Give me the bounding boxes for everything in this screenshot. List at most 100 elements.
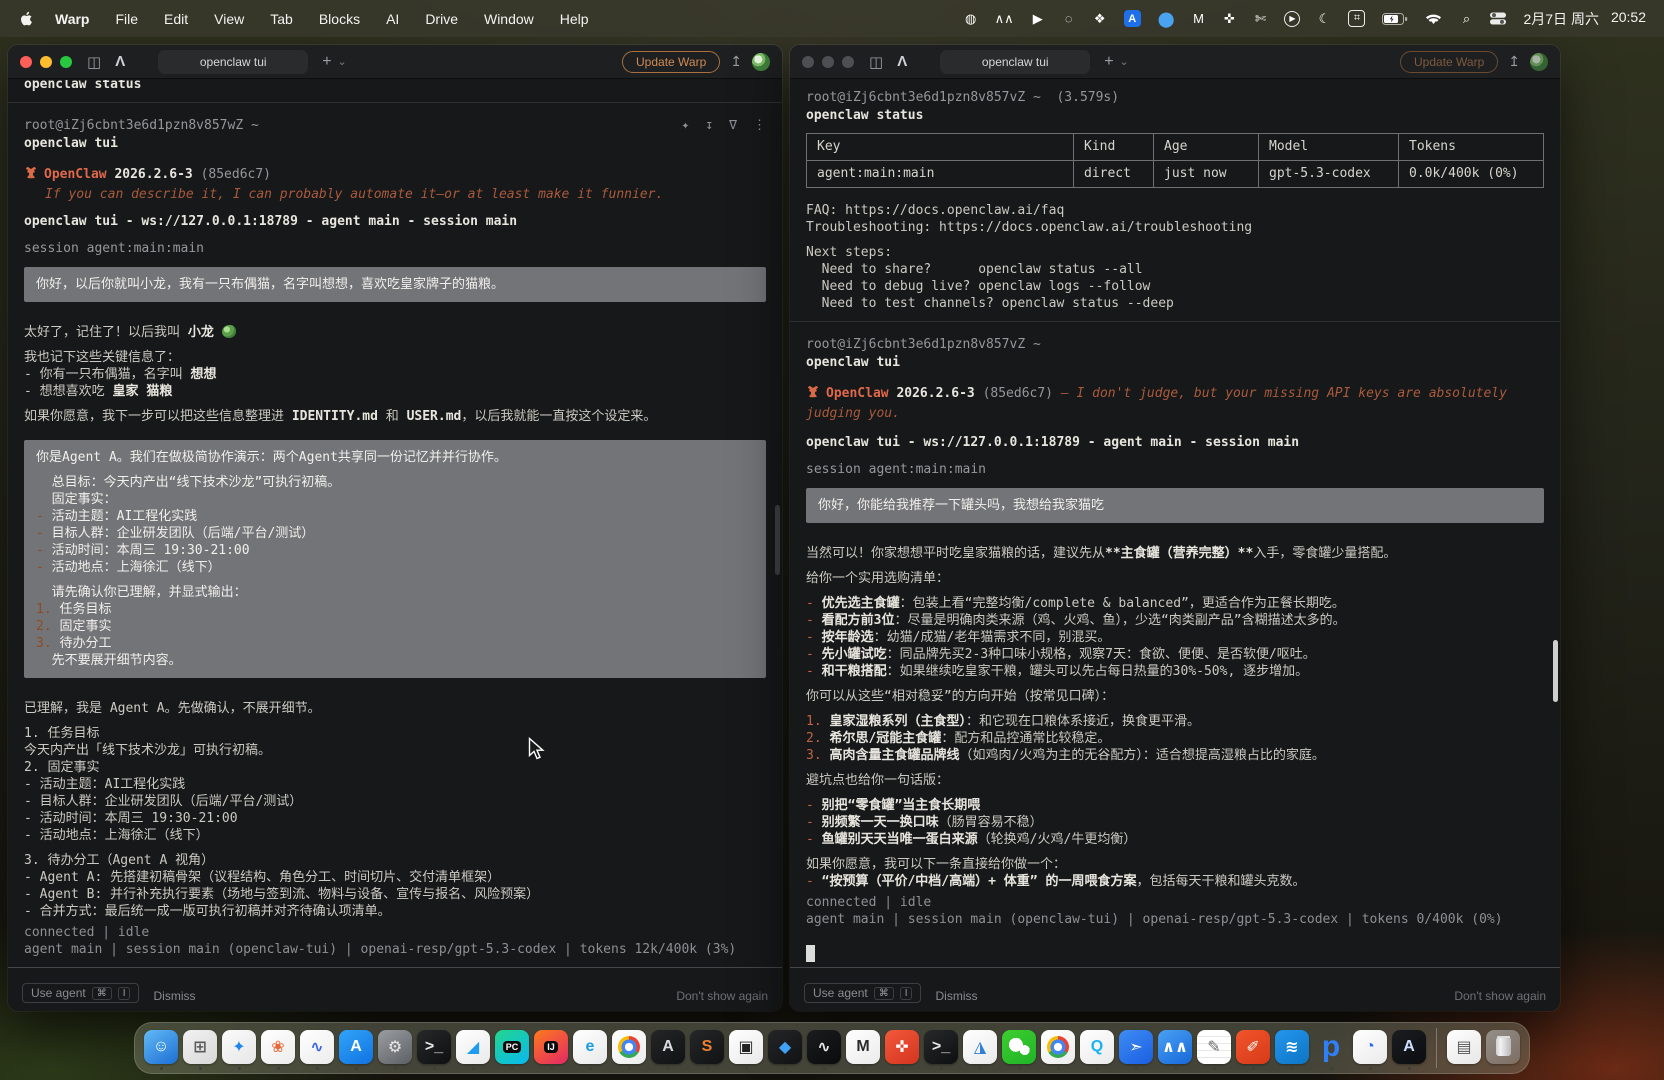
tab-openclaw-tui[interactable]: openclaw tui <box>940 50 1090 74</box>
moon-icon[interactable]: ☾ <box>1317 11 1331 27</box>
terminal-pane[interactable]: openclaw status root@iZj6cbnt3e6d1pzn8v8… <box>8 80 782 967</box>
battery-icon[interactable] <box>1382 11 1408 27</box>
close-button[interactable] <box>802 56 814 68</box>
dock-item-terminal[interactable]: >_ <box>417 1026 451 1070</box>
use-agent-button[interactable]: Use agent ⌘ I <box>804 983 921 1003</box>
ai-sparkle-icon[interactable]: ✦ <box>682 118 690 133</box>
zoom-button[interactable] <box>60 56 72 68</box>
dock-item-logseq[interactable]: ▣ <box>729 1026 763 1070</box>
openclaw-banner: OpenClaw 2026.2.6-3 (85ed6c7) <box>24 166 766 186</box>
dock-item-sketch[interactable]: ◆ <box>768 1026 802 1070</box>
dock-item-clashx[interactable]: ◮ <box>963 1026 997 1070</box>
menu-item-window[interactable]: Window <box>484 11 534 27</box>
dock-item-notes[interactable]: ✎ <box>1197 1026 1231 1070</box>
dock-item-intellij-idea[interactable]: IJ <box>534 1026 568 1070</box>
dock-item-photos[interactable]: ❀ <box>261 1026 295 1070</box>
dock-item-trash[interactable] <box>1486 1026 1520 1070</box>
minimize-button[interactable] <box>822 56 834 68</box>
dock-item-trae[interactable]: ◔ <box>1353 1026 1387 1070</box>
mail-icon[interactable]: M <box>1191 11 1205 27</box>
dock-item-chrome[interactable] <box>612 1026 646 1070</box>
dock-item-mountain-app[interactable]: ∧∧ <box>1158 1026 1192 1070</box>
filter-icon[interactable]: ∇ <box>729 118 737 133</box>
menu-item-ai[interactable]: AI <box>386 11 399 27</box>
menu-item-edit[interactable]: Edit <box>164 11 188 27</box>
dock-item-sublime[interactable]: S <box>690 1026 724 1070</box>
apple-menu-icon[interactable] <box>18 10 33 27</box>
dock-item-documents[interactable]: ▤ <box>1447 1026 1481 1070</box>
close-button[interactable] <box>20 56 32 68</box>
control-center-icon[interactable] <box>1490 11 1506 27</box>
new-tab-button[interactable]: + <box>1104 53 1113 71</box>
tab-dropdown-icon[interactable]: ⌄ <box>338 55 347 68</box>
dock-item-warp[interactable]: A <box>651 1026 685 1070</box>
play-circle-icon[interactable]: ▶ <box>1284 11 1300 27</box>
tab-openclaw-tui[interactable]: openclaw tui <box>158 50 308 74</box>
download-block-icon[interactable]: ↧ <box>705 118 713 133</box>
scrollbar-thumb[interactable] <box>1553 640 1558 702</box>
minimize-button[interactable] <box>40 56 52 68</box>
menu-item-help[interactable]: Help <box>560 11 589 27</box>
share-icon[interactable]: ↥ <box>730 53 742 70</box>
input-source-icon[interactable]: ⌗ <box>1348 10 1365 27</box>
menu-clock[interactable]: 2月7日 周六 20:52 <box>1523 9 1646 29</box>
dock-item-chromium[interactable] <box>1041 1026 1075 1070</box>
terminal-pane[interactable]: root@iZj6cbnt3e6d1pzn8v857vZ ~ (3.579s) … <box>790 80 1560 967</box>
update-warp-button[interactable]: Update Warp <box>622 51 720 73</box>
menu-item-drive[interactable]: Drive <box>425 11 458 27</box>
dock-item-arc[interactable]: A <box>1392 1026 1426 1070</box>
dock-item-app-store[interactable]: A <box>339 1026 373 1070</box>
update-warp-button[interactable]: Update Warp <box>1400 51 1498 73</box>
dock-item-orange-pet[interactable]: ✜ <box>885 1026 919 1070</box>
zoom-button[interactable] <box>842 56 854 68</box>
dock-item-freeform[interactable]: ∿ <box>300 1026 334 1070</box>
dock-item-safari[interactable]: ✦ <box>222 1026 256 1070</box>
sidebar-toggle-icon[interactable]: ◫ <box>87 53 101 71</box>
dock-item-terminal-2[interactable]: >_ <box>924 1026 958 1070</box>
menu-item-tab[interactable]: Tab <box>270 11 293 27</box>
pet-app-icon[interactable]: ✜ <box>1222 11 1236 27</box>
dock-item-mail[interactable]: M <box>846 1026 880 1070</box>
share-icon[interactable]: ↥ <box>1508 53 1520 70</box>
dock-item-vscode[interactable]: ◢ <box>456 1026 490 1070</box>
dock-item-pycharm[interactable]: PC <box>495 1026 529 1070</box>
dismiss-button[interactable]: Dismiss <box>935 989 977 1003</box>
sidebar-toggle-icon[interactable]: ◫ <box>869 53 883 71</box>
menu-item-view[interactable]: View <box>214 11 244 27</box>
dock-item-edge[interactable]: e <box>573 1026 607 1070</box>
mountains-icon[interactable]: ∧∧ <box>995 11 1014 27</box>
dock-item-qq[interactable]: Q <box>1080 1026 1114 1070</box>
dont-show-again-button[interactable]: Don't show again <box>676 989 768 1003</box>
search-icon[interactable]: ⌕ <box>1459 11 1473 27</box>
use-agent-button[interactable]: Use agent ⌘ I <box>22 983 139 1003</box>
scissors-icon[interactable]: ✄ <box>1253 11 1267 27</box>
wifi-icon[interactable] <box>1425 11 1442 27</box>
dock-item-pcloud[interactable]: p <box>1314 1026 1348 1070</box>
dock-item-launchpad[interactable]: ⊞ <box>183 1026 217 1070</box>
dock-item-lark[interactable]: ➣ <box>1119 1026 1153 1070</box>
dismiss-button[interactable]: Dismiss <box>153 989 195 1003</box>
dock-item-docker[interactable]: ≋ <box>1275 1026 1309 1070</box>
app-a-icon[interactable]: A <box>1124 10 1141 27</box>
dont-show-again-button[interactable]: Don't show again <box>1454 989 1546 1003</box>
droplet-icon[interactable]: ⬤ <box>1158 11 1175 27</box>
shield-icon[interactable]: ◍ <box>964 11 978 27</box>
play-app-icon[interactable]: ▶ <box>1031 11 1045 27</box>
new-tab-button[interactable]: + <box>322 53 331 71</box>
chat-bubble-icon[interactable]: ◌ <box>1062 11 1076 27</box>
menu-item-blocks[interactable]: Blocks <box>319 11 360 27</box>
wechat-tray-icon[interactable]: ❖ <box>1093 11 1107 27</box>
tab-dropdown-icon[interactable]: ⌄ <box>1120 55 1129 68</box>
dock-item-system-settings[interactable]: ⚙ <box>378 1026 412 1070</box>
dock-item-activity-monitor[interactable]: ∿ <box>807 1026 841 1070</box>
dock-item-finder[interactable]: ☺ <box>144 1026 178 1070</box>
dock-item-journal[interactable]: ✐ <box>1236 1026 1270 1070</box>
avatar[interactable] <box>752 53 770 71</box>
avatar[interactable] <box>1530 53 1548 71</box>
menu-item-warp[interactable]: Warp <box>55 11 89 27</box>
more-options-icon[interactable]: ⋮ <box>753 118 766 133</box>
terminal-input[interactable] <box>806 945 1544 967</box>
scrollbar-thumb[interactable] <box>775 505 780 575</box>
menu-item-file[interactable]: File <box>115 11 138 27</box>
dock-item-wechat[interactable] <box>1002 1026 1036 1070</box>
